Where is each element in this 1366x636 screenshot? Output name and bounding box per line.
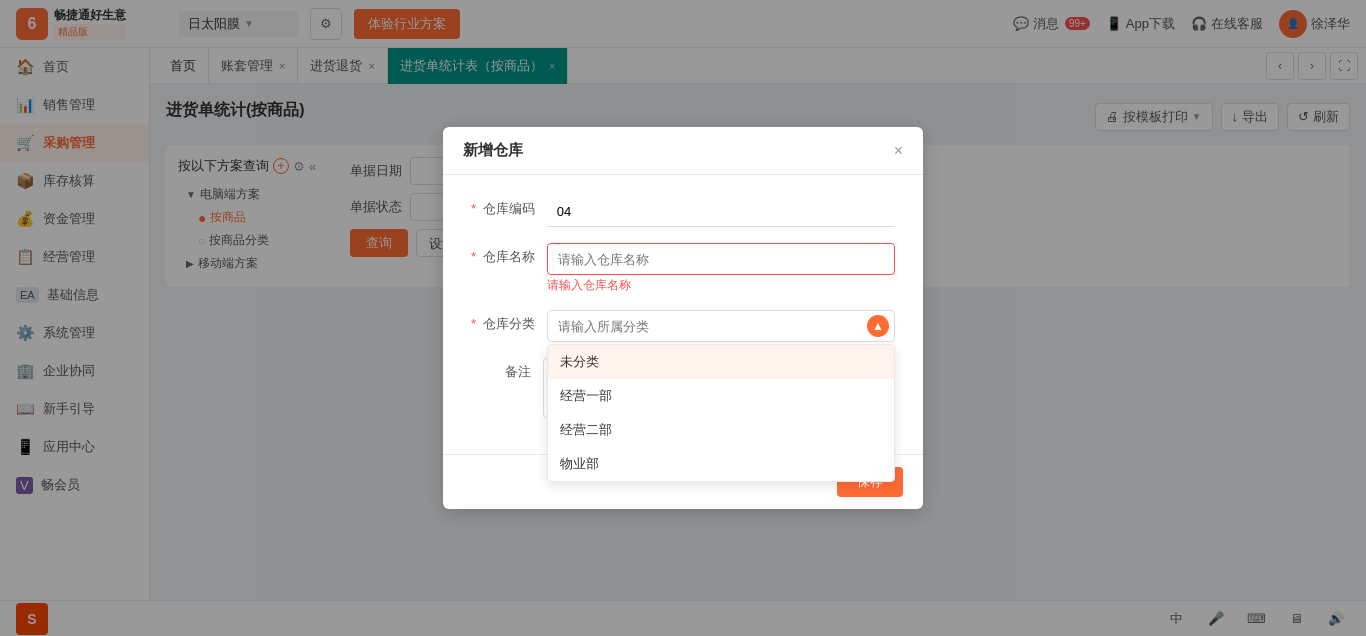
code-label: * 仓库编码 bbox=[471, 195, 535, 218]
add-warehouse-dialog: 新增仓库 × * 仓库编码 * 仓库名称 请输入仓库名称 bbox=[443, 127, 923, 509]
dialog-header: 新增仓库 × bbox=[443, 127, 923, 175]
form-row-code: * 仓库编码 bbox=[471, 195, 895, 227]
modal-overlay: 新增仓库 × * 仓库编码 * 仓库名称 请输入仓库名称 bbox=[0, 0, 1366, 636]
name-label: * 仓库名称 bbox=[471, 243, 535, 266]
name-error-msg: 请输入仓库名称 bbox=[547, 277, 895, 294]
required-star-code: * bbox=[471, 201, 476, 216]
dialog-body: * 仓库编码 * 仓库名称 请输入仓库名称 * bbox=[443, 175, 923, 454]
name-input[interactable] bbox=[547, 243, 895, 275]
form-row-category: * 仓库分类 ▲ 未分类 经营一部 经营二部 物业部 bbox=[471, 310, 895, 342]
dialog-close-icon[interactable]: × bbox=[894, 142, 903, 160]
form-row-name: * 仓库名称 请输入仓库名称 bbox=[471, 243, 895, 294]
category-toggle-icon[interactable]: ▲ bbox=[867, 315, 889, 337]
category-dropdown: 未分类 经营一部 经营二部 物业部 bbox=[547, 344, 895, 482]
required-star-name: * bbox=[471, 249, 476, 264]
category-option-dept2[interactable]: 经营二部 bbox=[548, 413, 894, 447]
note-label: 备注 bbox=[471, 358, 531, 381]
category-option-dept1[interactable]: 经营一部 bbox=[548, 379, 894, 413]
category-option-unclassified[interactable]: 未分类 bbox=[548, 345, 894, 379]
name-input-wrap: 请输入仓库名称 bbox=[547, 243, 895, 294]
category-label: * 仓库分类 bbox=[471, 310, 535, 333]
dialog-title: 新增仓库 bbox=[463, 141, 523, 160]
category-option-property[interactable]: 物业部 bbox=[548, 447, 894, 481]
category-input-wrap: ▲ 未分类 经营一部 经营二部 物业部 bbox=[547, 310, 895, 342]
category-input[interactable] bbox=[547, 310, 895, 342]
code-input[interactable] bbox=[547, 195, 895, 227]
required-star-category: * bbox=[471, 316, 476, 331]
